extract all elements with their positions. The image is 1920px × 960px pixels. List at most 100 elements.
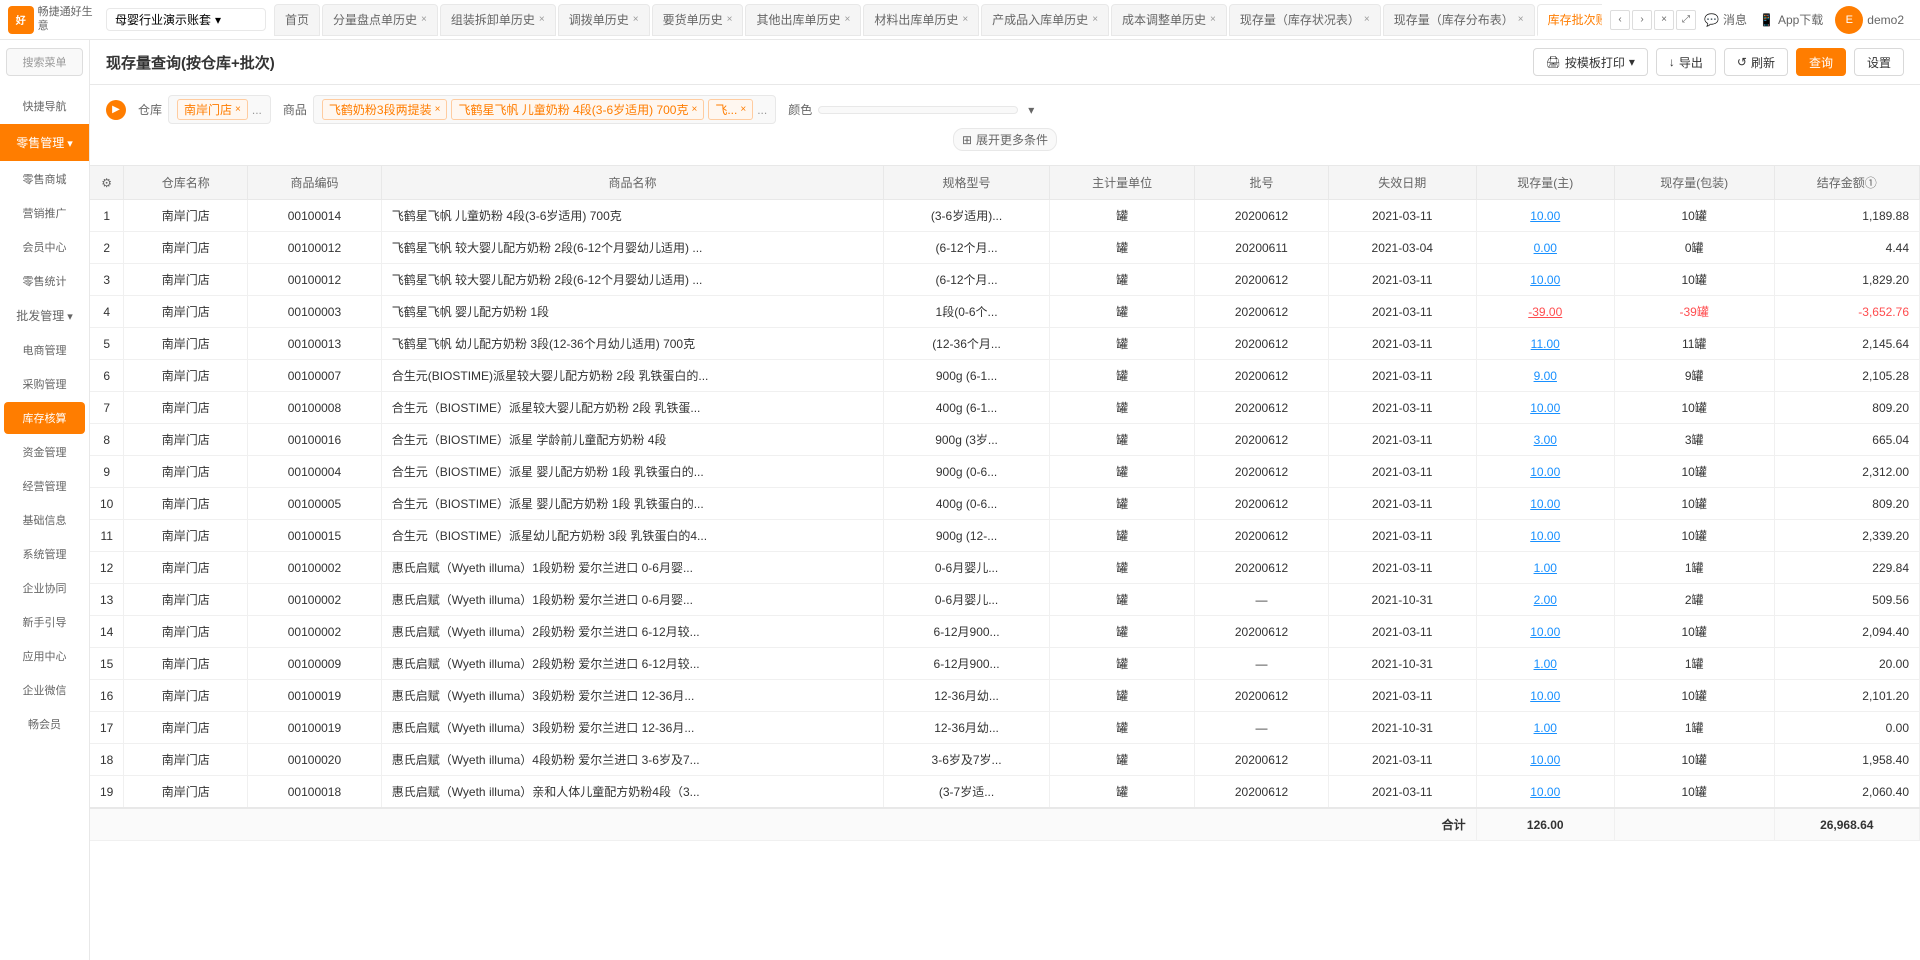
tab-home[interactable]: 首页: [274, 4, 320, 36]
cell-no: 14: [90, 616, 124, 648]
remove-product-tag-2[interactable]: ×: [691, 104, 697, 115]
cell-amount: 1,829.20: [1774, 264, 1919, 296]
sidebar-item-guide[interactable]: 新手引导: [4, 606, 85, 638]
tab-4[interactable]: 要货单历史×: [652, 4, 744, 36]
sidebar-item-purchase[interactable]: 采购管理: [4, 368, 85, 400]
cell-qty[interactable]: 1.00: [1476, 552, 1614, 584]
account-dropdown[interactable]: 母婴行业演示账套 ▾: [106, 8, 266, 31]
close-tab-10[interactable]: ×: [1518, 14, 1524, 25]
close-tab-4[interactable]: ×: [727, 14, 733, 25]
sidebar-item-member2[interactable]: 畅会员: [4, 708, 85, 740]
next-tab-btn[interactable]: ›: [1632, 10, 1652, 30]
tab-7[interactable]: 产成品入库单历史×: [981, 4, 1109, 36]
cell-no: 9: [90, 456, 124, 488]
close-tab-8[interactable]: ×: [1210, 14, 1216, 25]
sidebar-item-weixin[interactable]: 企业微信: [4, 674, 85, 706]
product-value[interactable]: 飞鹤奶粉3段两提装 × 飞鹤星飞帆 儿童奶粉 4段(3-6岁适用) 700克 ×…: [313, 95, 776, 124]
filter-more-btn[interactable]: ...: [252, 103, 262, 117]
remove-product-tag-3[interactable]: ×: [740, 104, 746, 115]
cell-qty[interactable]: 10.00: [1476, 776, 1614, 809]
col-settings[interactable]: ⚙: [90, 166, 124, 200]
sidebar-item-finance[interactable]: 资金管理: [4, 436, 85, 468]
tab-11[interactable]: 库存批次账×: [1537, 4, 1602, 36]
message-btn[interactable]: 💬 消息: [1704, 11, 1747, 28]
close-tab-2[interactable]: ×: [539, 14, 545, 25]
cell-expire: 2021-03-11: [1328, 744, 1476, 776]
sidebar-item-enterprise[interactable]: 企业协同: [4, 572, 85, 604]
cell-spec: 0-6月婴儿...: [884, 584, 1050, 616]
cell-qty[interactable]: 10.00: [1476, 392, 1614, 424]
tab-3[interactable]: 调拨单历史×: [558, 4, 650, 36]
print-btn[interactable]: 🖨 按模板打印 ▾: [1533, 48, 1648, 76]
cell-qty[interactable]: -39.00: [1476, 296, 1614, 328]
color-value[interactable]: [818, 106, 1018, 114]
table-container: ⚙ 仓库名称 商品编码 商品名称 规格型号 主计量单位 批号 失效日期 现存量(…: [90, 166, 1920, 960]
filter-toggle-btn[interactable]: ▶: [106, 100, 126, 120]
close-tab-3[interactable]: ×: [633, 14, 639, 25]
expand-conditions-btn[interactable]: ⊞ 展开更多条件: [953, 128, 1057, 151]
close-tab-6[interactable]: ×: [962, 14, 968, 25]
sidebar-item-wholesale[interactable]: 批发管理 ▾: [4, 299, 85, 332]
cell-spec: 900g (12-...: [884, 520, 1050, 552]
remove-product-tag-1[interactable]: ×: [435, 104, 441, 115]
tab-1[interactable]: 分量盘点单历史×: [322, 4, 438, 36]
cell-qty[interactable]: 9.00: [1476, 360, 1614, 392]
close-tab-9[interactable]: ×: [1364, 14, 1370, 25]
export-btn[interactable]: ↓ 导出: [1656, 48, 1716, 76]
cell-amount: 809.20: [1774, 392, 1919, 424]
close-tab-7[interactable]: ×: [1092, 14, 1098, 25]
user-avatar[interactable]: E demo2: [1835, 6, 1904, 34]
cell-qty[interactable]: 10.00: [1476, 680, 1614, 712]
sidebar-item-retail[interactable]: 零售管理 ▾: [0, 124, 89, 161]
settings-btn[interactable]: 设置: [1854, 48, 1904, 76]
cell-unit: 罐: [1049, 200, 1194, 232]
cell-qty[interactable]: 1.00: [1476, 712, 1614, 744]
tab-6[interactable]: 材料出库单历史×: [863, 4, 979, 36]
tab-5[interactable]: 其他出库单历史×: [745, 4, 861, 36]
cell-qty[interactable]: 11.00: [1476, 328, 1614, 360]
tab-2[interactable]: 组装拆卸单历史×: [440, 4, 556, 36]
close-tab-btn[interactable]: ×: [1654, 10, 1674, 30]
tab-9[interactable]: 现存量（库存状况表）×: [1229, 4, 1381, 36]
close-tab-1[interactable]: ×: [421, 14, 427, 25]
tab-8[interactable]: 成本调整单历史×: [1111, 4, 1227, 36]
app-download-btn[interactable]: 📱 App下载: [1759, 11, 1823, 28]
cell-qty[interactable]: 10.00: [1476, 264, 1614, 296]
tab-10[interactable]: 现存量（库存分布表）×: [1383, 4, 1535, 36]
sidebar-item-retail-stats[interactable]: 零售统计: [4, 265, 85, 297]
cell-qty[interactable]: 10.00: [1476, 616, 1614, 648]
fullscreen-btn[interactable]: ⤢: [1676, 10, 1696, 30]
sidebar-item-operations[interactable]: 经营管理: [4, 470, 85, 502]
refresh-btn[interactable]: ↺ 刷新: [1724, 48, 1788, 76]
cell-qty[interactable]: 1.00: [1476, 648, 1614, 680]
cell-qty[interactable]: 10.00: [1476, 488, 1614, 520]
cell-qty[interactable]: 10.00: [1476, 520, 1614, 552]
query-btn[interactable]: 查询: [1796, 48, 1846, 76]
sidebar-shortcut[interactable]: 快捷导航: [4, 90, 85, 122]
sidebar-item-ecommerce[interactable]: 电商管理: [4, 334, 85, 366]
cell-batch: 20200612: [1195, 680, 1329, 712]
cell-qty[interactable]: 3.00: [1476, 424, 1614, 456]
sidebar-item-inventory[interactable]: 库存核算: [4, 402, 85, 434]
sidebar-item-system[interactable]: 系统管理: [4, 538, 85, 570]
sidebar-item-apps[interactable]: 应用中心: [4, 640, 85, 672]
prev-tab-btn[interactable]: ‹: [1610, 10, 1630, 30]
sidebar-item-member[interactable]: 会员中心: [4, 231, 85, 263]
settings-icon[interactable]: ⚙: [101, 176, 112, 190]
cell-no: 1: [90, 200, 124, 232]
cell-qty[interactable]: 0.00: [1476, 232, 1614, 264]
sidebar-item-mall[interactable]: 零售商城: [4, 163, 85, 195]
cell-qty[interactable]: 10.00: [1476, 744, 1614, 776]
table-row: 3 南岸门店 00100012 飞鹤星飞帆 较大婴儿配方奶粉 2段(6-12个月…: [90, 264, 1920, 296]
sidebar-item-basic[interactable]: 基础信息: [4, 504, 85, 536]
cell-qty[interactable]: 2.00: [1476, 584, 1614, 616]
warehouse-value[interactable]: 南岸门店 × ...: [168, 95, 271, 124]
cell-qty[interactable]: 10.00: [1476, 456, 1614, 488]
search-menu-btn[interactable]: 搜索菜单: [6, 48, 83, 76]
remove-warehouse-tag[interactable]: ×: [235, 104, 241, 115]
product-more-btn[interactable]: ...: [757, 103, 767, 117]
close-tab-5[interactable]: ×: [844, 14, 850, 25]
sidebar-item-marketing[interactable]: 营销推广: [4, 197, 85, 229]
cell-qty[interactable]: 10.00: [1476, 200, 1614, 232]
cell-no: 16: [90, 680, 124, 712]
